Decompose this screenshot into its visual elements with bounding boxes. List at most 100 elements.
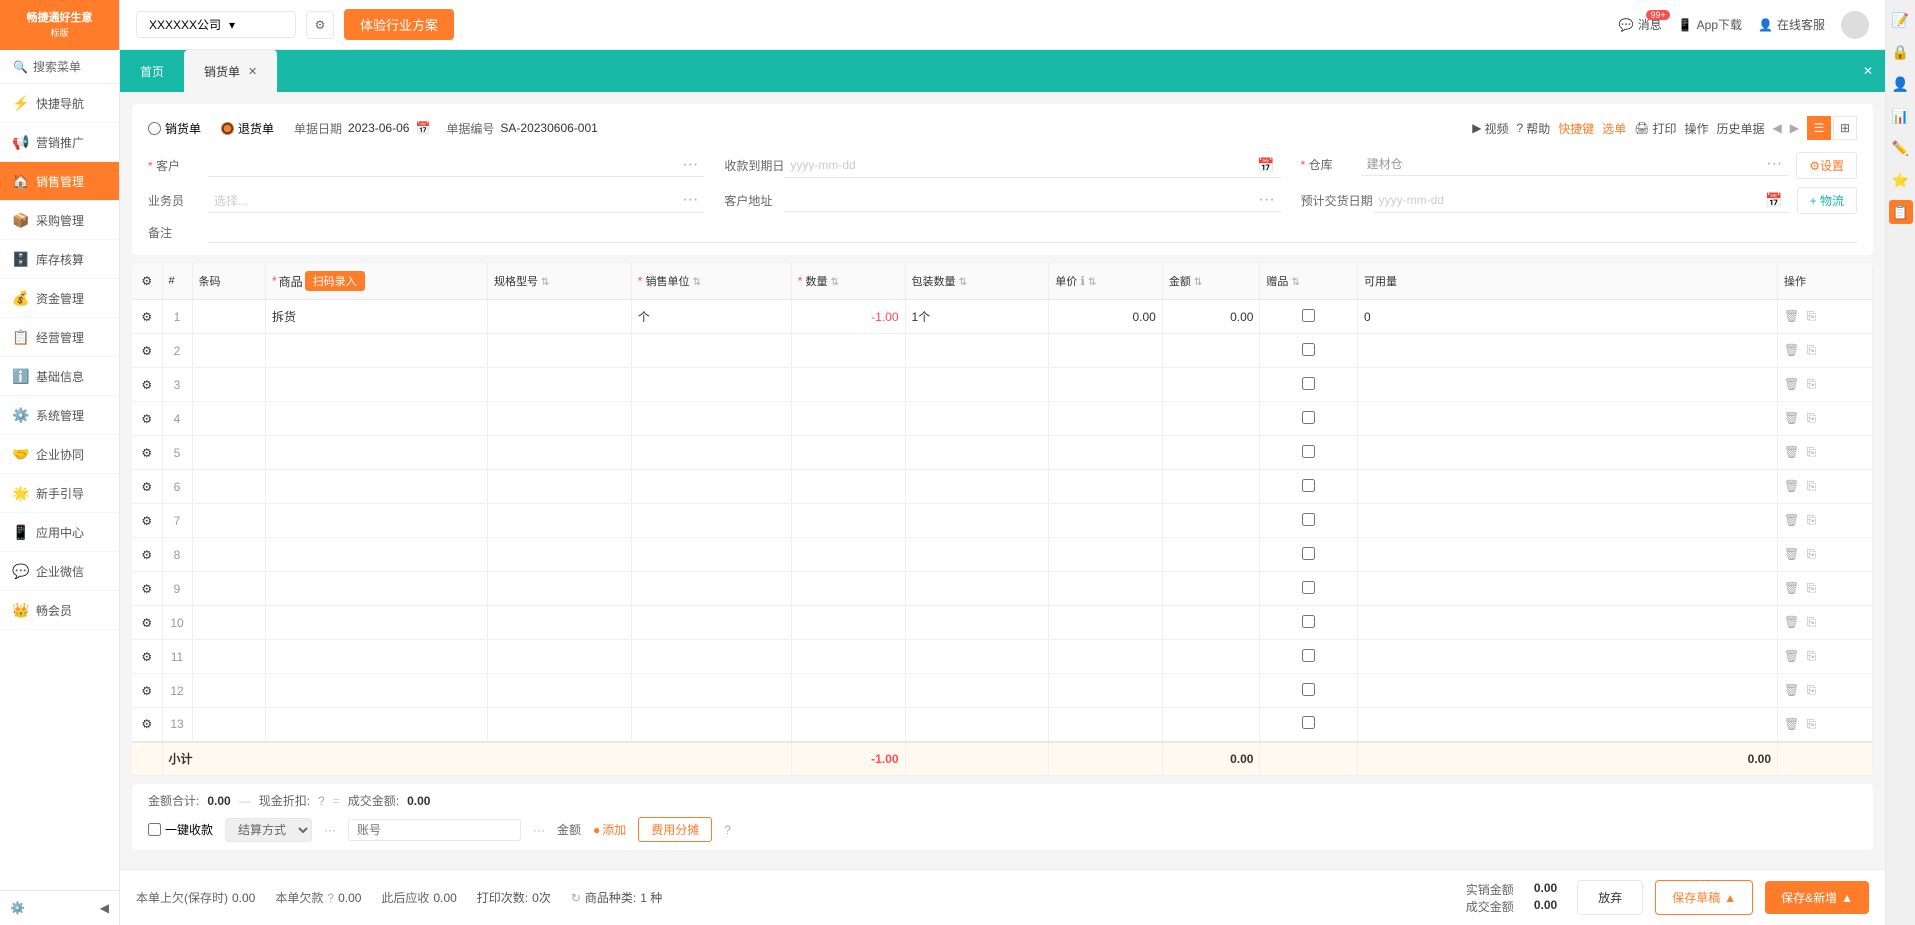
row-settings[interactable]: ⚙ [132, 368, 162, 402]
delete-icon[interactable]: 🗑 [1784, 717, 1799, 731]
row-spec[interactable] [487, 300, 631, 334]
logistics-button[interactable]: + 物流 [1797, 187, 1857, 214]
row-qty[interactable] [791, 470, 905, 504]
copy-icon[interactable]: ⎘ [1807, 547, 1817, 561]
save-draft-button[interactable]: 保存草稿 ▲ [1655, 880, 1753, 915]
remarks-input[interactable] [208, 222, 1857, 243]
row-spec[interactable] [487, 708, 631, 742]
refresh-icon[interactable]: ↻ [571, 891, 581, 905]
row-unit-price[interactable] [1049, 674, 1163, 708]
copy-icon[interactable]: ⎘ [1807, 377, 1817, 391]
row-unit[interactable] [631, 504, 791, 538]
panel-btn-2[interactable]: 🔒 [1889, 40, 1913, 64]
panel-btn-3[interactable]: 👤 [1889, 72, 1913, 96]
row-amount[interactable] [1162, 504, 1260, 538]
copy-icon[interactable]: ⎘ [1807, 445, 1817, 459]
copy-icon[interactable]: ⎘ [1807, 717, 1817, 731]
row-qty[interactable] [791, 402, 905, 436]
panel-btn-6[interactable]: ⭐ [1889, 168, 1913, 192]
row-settings[interactable]: ⚙ [132, 470, 162, 504]
sidebar-item-basics[interactable]: ℹ️ 基础信息 [0, 357, 119, 396]
row-product[interactable] [266, 640, 488, 674]
row-gift[interactable] [1260, 504, 1358, 538]
gift-checkbox[interactable] [1302, 343, 1315, 356]
delete-icon[interactable]: 🗑 [1784, 649, 1799, 663]
delete-icon[interactable]: 🗑 [1784, 309, 1799, 323]
nav-prev-icon[interactable]: ◀ [1773, 121, 1782, 135]
nav-next-icon[interactable]: ▶ [1790, 121, 1799, 135]
row-spec[interactable] [487, 572, 631, 606]
copy-icon[interactable]: ⎘ [1807, 479, 1817, 493]
row-unit-price[interactable] [1049, 606, 1163, 640]
settings-button[interactable]: ⚙设置 [1796, 152, 1857, 179]
sidebar-search[interactable]: 🔍 搜索菜单 [0, 50, 119, 84]
copy-icon[interactable]: ⎘ [1807, 581, 1817, 595]
row-qty[interactable] [791, 572, 905, 606]
delete-icon[interactable]: 🗑 [1784, 547, 1799, 561]
row-barcode[interactable] [192, 708, 266, 742]
row-unit-price[interactable]: 0.00 [1049, 300, 1163, 334]
row-unit-price[interactable] [1049, 504, 1163, 538]
row-barcode[interactable] [192, 572, 266, 606]
row-pkg-qty[interactable] [905, 470, 1049, 504]
row-spec[interactable] [487, 334, 631, 368]
gift-checkbox[interactable] [1302, 309, 1315, 322]
row-gift[interactable] [1260, 402, 1358, 436]
delivery-calendar-icon[interactable]: 📅 [1765, 192, 1782, 209]
tab-close-all[interactable]: ✕ [1863, 64, 1885, 78]
row-spec[interactable] [487, 436, 631, 470]
gift-checkbox[interactable] [1302, 716, 1315, 729]
row-amount[interactable] [1162, 368, 1260, 402]
row-unit[interactable] [631, 402, 791, 436]
row-qty[interactable] [791, 334, 905, 368]
row-barcode[interactable] [192, 300, 266, 334]
fee-help-icon[interactable]: ? [724, 823, 731, 837]
row-spec[interactable] [487, 470, 631, 504]
row-unit[interactable] [631, 470, 791, 504]
row-pkg-qty[interactable] [905, 334, 1049, 368]
gift-checkbox[interactable] [1302, 547, 1315, 560]
row-gift[interactable] [1260, 538, 1358, 572]
trial-button[interactable]: 体验行业方案 [344, 9, 454, 40]
help-icon-discount[interactable]: ? [318, 794, 325, 808]
row-settings[interactable]: ⚙ [132, 708, 162, 742]
row-unit-price[interactable] [1049, 572, 1163, 606]
discard-button[interactable]: 放弃 [1577, 880, 1643, 915]
row-gift[interactable] [1260, 674, 1358, 708]
add-payment-btn[interactable]: ● 添加 [593, 821, 626, 838]
row-spec[interactable] [487, 606, 631, 640]
row-pkg-qty[interactable] [905, 436, 1049, 470]
row-settings[interactable]: ⚙ [132, 538, 162, 572]
radio-sales-input[interactable] [148, 122, 161, 135]
delete-icon[interactable]: 🗑 [1784, 411, 1799, 425]
row-barcode[interactable] [192, 504, 266, 538]
row-spec[interactable] [487, 402, 631, 436]
settings-icon[interactable]: ⚙️ [10, 901, 25, 915]
row-spec[interactable] [487, 538, 631, 572]
row-barcode[interactable] [192, 674, 266, 708]
list-view-btn[interactable]: ☰ [1807, 116, 1831, 140]
delete-icon[interactable]: 🗑 [1784, 343, 1799, 357]
tab-sales-order[interactable]: 销货单 ✕ [184, 50, 277, 92]
sidebar-item-sales[interactable]: 🏠 销售管理 [0, 162, 119, 201]
row-qty[interactable] [791, 674, 905, 708]
online-service-button[interactable]: 👤 在线客服 [1758, 16, 1825, 33]
copy-icon[interactable]: ⎘ [1807, 343, 1817, 357]
delete-icon[interactable]: 🗑 [1784, 479, 1799, 493]
sidebar-item-enterprise[interactable]: 🤝 企业协同 [0, 435, 119, 474]
panel-btn-5[interactable]: ✏️ [1889, 136, 1913, 160]
row-qty[interactable] [791, 504, 905, 538]
select-btn[interactable]: 选单 [1602, 120, 1626, 137]
row-settings[interactable]: ⚙ [132, 640, 162, 674]
row-product[interactable] [266, 368, 488, 402]
row-pkg-qty[interactable] [905, 572, 1049, 606]
row-barcode[interactable] [192, 334, 266, 368]
tab-close-icon[interactable]: ✕ [248, 65, 257, 78]
row-unit[interactable]: 个 [631, 300, 791, 334]
warehouse-input[interactable]: 建材仓 ··· [1361, 152, 1789, 176]
payment-calendar-icon[interactable]: 📅 [1257, 157, 1274, 174]
history-btn[interactable]: 历史单据 [1717, 120, 1765, 137]
copy-icon[interactable]: ⎘ [1807, 615, 1817, 629]
sidebar-item-purchase[interactable]: 📦 采购管理 [0, 201, 119, 240]
panel-btn-1[interactable]: 📝 [1889, 8, 1913, 32]
